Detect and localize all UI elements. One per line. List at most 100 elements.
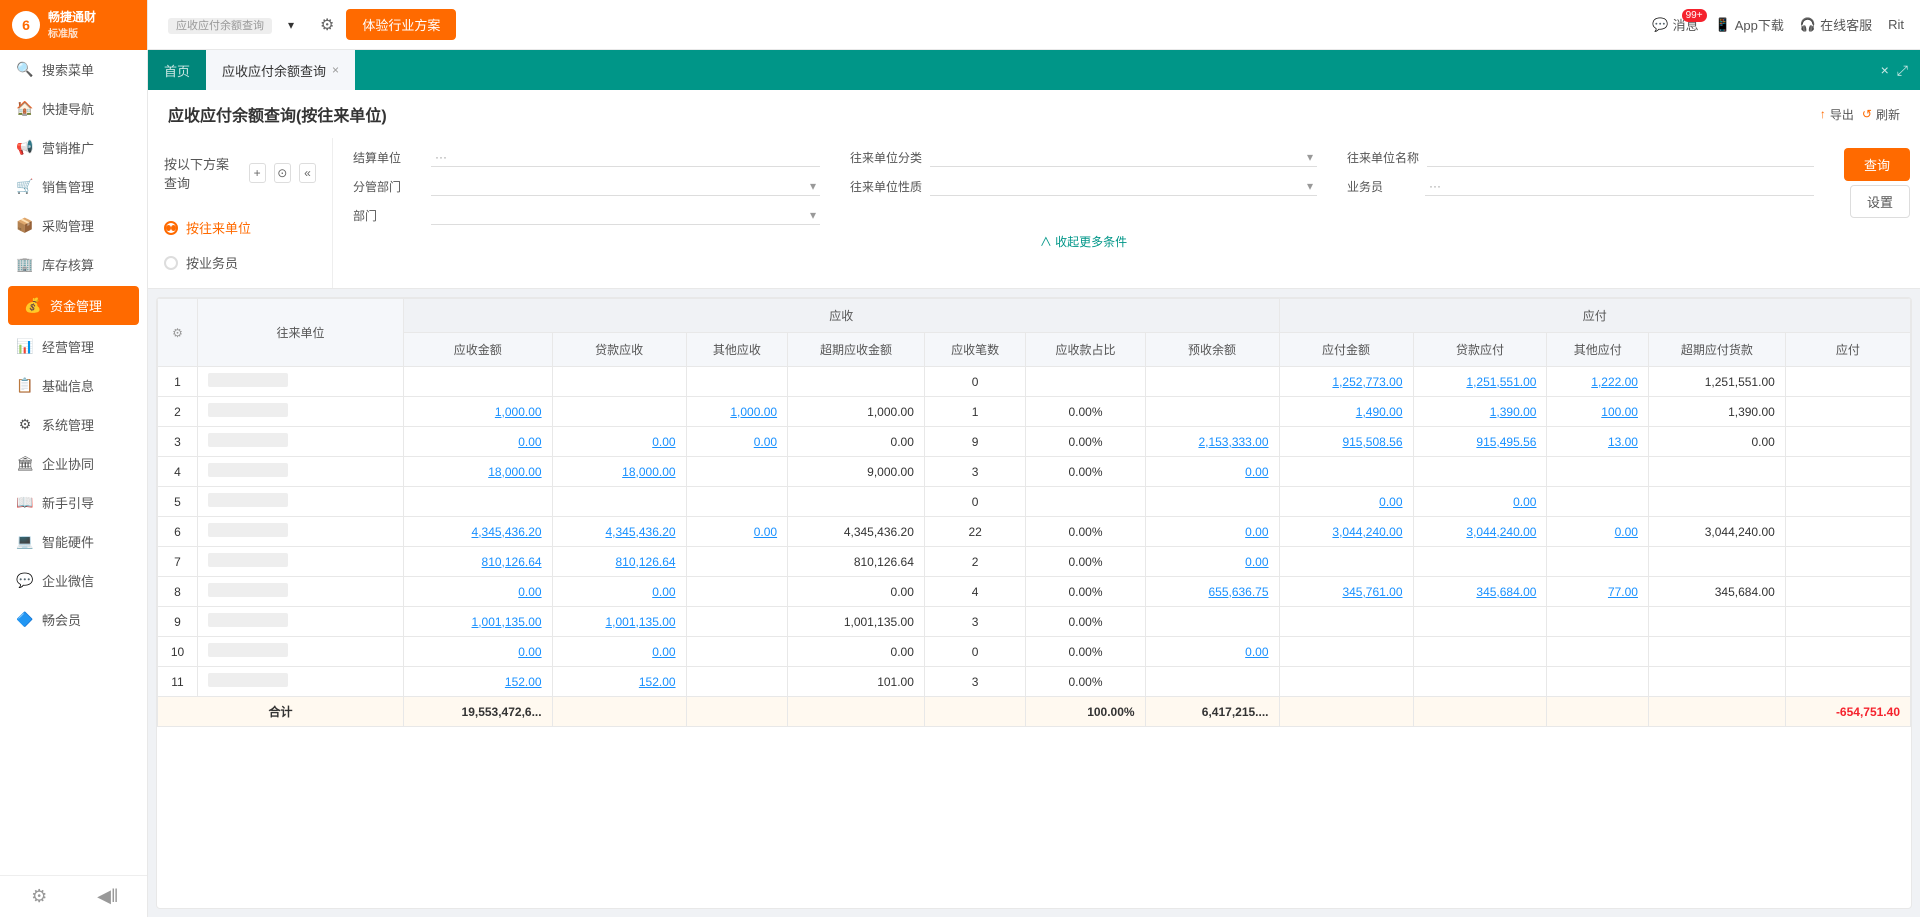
sidebar-item-enterprise[interactable]: 🏛 企业协同 <box>0 444 147 483</box>
settings-button[interactable]: 设置 <box>1850 185 1910 218</box>
sidebar-item-quicknav[interactable]: 🏠 快捷导航 <box>0 89 147 128</box>
sidebar-label-quicknav: 快捷导航 <box>42 99 94 118</box>
th-receivable-count: 应收笔数 <box>924 333 1026 367</box>
operations-icon: 📊 <box>16 338 34 355</box>
sidebar-item-search[interactable]: 🔍搜索菜单 <box>0 50 147 89</box>
th-settings[interactable]: ⚙ <box>158 299 198 367</box>
filter-row-1: 结算单位 ··· 往来单位分类 ▾ <box>353 148 1814 167</box>
quicknav-icon: 🏠 <box>16 100 34 117</box>
th-receivable-amt: 应收金额 <box>403 333 552 367</box>
partner-name-field[interactable] <box>1431 150 1810 164</box>
sidebar-item-system[interactable]: ⚙系统管理 <box>0 405 147 444</box>
department-label: 部门 <box>353 207 423 224</box>
main-content: 应收应付余额查询(按往来单位) ↑ 导出 ↺ 刷新 按以下方案查询 <box>148 90 1920 917</box>
sidebar-item-sales[interactable]: 🛒销售管理 <box>0 167 147 206</box>
table-settings-icon[interactable]: ⚙ <box>172 326 183 340</box>
table-row: 7 810,126.64 810,126.64 810,126.64 2 0.0… <box>158 547 1911 577</box>
row-partner <box>198 607 404 637</box>
collapse-button[interactable]: ∧ 收起更多条件 <box>353 229 1814 254</box>
filter-add-button[interactable]: + <box>249 163 266 183</box>
table-row: 10 0.00 0.00 0.00 0 0.00% 0.00 <box>158 637 1911 667</box>
row-partner <box>198 577 404 607</box>
user-profile[interactable]: Rit <box>1888 17 1904 32</box>
sidebar-item-purchase[interactable]: 📦采购管理 <box>0 206 147 245</box>
sidebar-item-finance[interactable]: 💰 资金管理 <box>8 286 139 325</box>
sidebar-item-member[interactable]: 🔷畅会员 <box>0 600 147 639</box>
query-option-partner[interactable]: 按往来单位 <box>148 210 332 245</box>
settings-icon[interactable]: ⚙ <box>320 15 334 35</box>
online-service-label: 在线客服 <box>1820 15 1872 34</box>
option-partner-label: 按往来单位 <box>186 218 251 237</box>
table-row: 5 0 0.00 0.00 <box>158 487 1911 517</box>
content-wrapper: 应收应付余额查询(按往来单位) ↑ 导出 ↺ 刷新 按以下方案查询 <box>148 90 1920 917</box>
sidebar-label-finance: 资金管理 <box>50 296 102 315</box>
sidebar-label-enterprise: 企业协同 <box>42 454 94 473</box>
sidebar-label-warehouse: 库存核算 <box>42 255 94 274</box>
sidebar-settings-btn[interactable]: ⚙ <box>10 886 69 907</box>
tab-bar-actions: × ⤢ <box>1881 62 1920 79</box>
th-other-payable: 其他应付 <box>1547 333 1649 367</box>
page-header: 应收应付余额查询(按往来单位) ↑ 导出 ↺ 刷新 <box>148 90 1920 138</box>
tab-bar: 首页 应收应付余额查询 × × ⤢ <box>148 50 1920 90</box>
tab-home[interactable]: 首页 <box>148 50 206 90</box>
system-icon: ⚙ <box>16 416 34 433</box>
th-payable-other: 应付 <box>1785 333 1910 367</box>
filter-department: 部门 ▾ <box>353 206 820 225</box>
app-download-button[interactable]: 📱 App下载 <box>1715 15 1784 34</box>
footer-ratio-total: 100.00% <box>1026 697 1145 727</box>
th-group-payable: 应付 <box>1279 299 1910 333</box>
sidebar-item-guide[interactable]: 📖新手引导 <box>0 483 147 522</box>
partner-category-select[interactable]: ▾ <box>930 148 1317 167</box>
table-section: ⚙ 往来单位 应收 应付 应收金额 贷款应收 其他应收 超期应收金额 应收笔数 <box>156 297 1912 909</box>
table-footer-row: 合计 19,553,472,6... 100.00% 6,417,215.... <box>158 697 1911 727</box>
enterprise-icon: 🏛 <box>16 455 34 472</box>
department-select[interactable]: ▾ <box>431 206 820 225</box>
tab-ar-balance[interactable]: 应收应付余额查询 × <box>206 50 355 90</box>
refresh-button[interactable]: ↺ 刷新 <box>1862 106 1900 123</box>
export-button[interactable]: ↑ 导出 <box>1820 106 1854 123</box>
query-option-salesperson[interactable]: 按业务员 <box>148 245 332 280</box>
filter-partner-name: 往来单位名称 <box>1347 148 1814 167</box>
tab-close-all[interactable]: × <box>1881 62 1889 78</box>
query-button[interactable]: 查询 <box>1844 148 1910 181</box>
online-service-button[interactable]: 🎧 在线客服 <box>1800 15 1872 34</box>
filter-partner-category: 往来单位分类 ▾ <box>850 148 1317 167</box>
data-table: ⚙ 往来单位 应收 应付 应收金额 贷款应收 其他应收 超期应收金额 应收笔数 <box>157 298 1911 727</box>
sidebar-item-marketing[interactable]: 📢营销推广 <box>0 128 147 167</box>
sidebar-item-wechat[interactable]: 💬企业微信 <box>0 561 147 600</box>
filter-section: 按以下方案查询 + ⊙ « 按往来单位 按业务员 <box>148 138 1920 289</box>
message-button[interactable]: 💬 消息 99+ <box>1652 15 1698 34</box>
tab-close-icon[interactable]: × <box>332 63 339 77</box>
page-actions: ↑ 导出 ↺ 刷新 <box>1820 106 1900 123</box>
th-receivable-ratio: 应收款占比 <box>1026 333 1145 367</box>
footer-receivable-total: 19,553,472,6... <box>403 697 552 727</box>
sidebar-item-basicinfo[interactable]: 📋基础信息 <box>0 366 147 405</box>
wechat-icon: 💬 <box>16 572 34 589</box>
app-download-label: App下载 <box>1735 15 1784 34</box>
filter-collapse-button[interactable]: « <box>299 163 316 183</box>
sidebar-collapse-btn[interactable]: ◀‖ <box>79 886 138 907</box>
sidebar-item-warehouse[interactable]: 🏢库存核算 <box>0 245 147 284</box>
row-idx: 7 <box>158 547 198 577</box>
dept-manager-select[interactable]: ▾ <box>431 177 820 196</box>
tab-fullscreen[interactable]: ⤢ <box>1897 62 1908 79</box>
row-idx: 11 <box>158 667 198 697</box>
refresh-icon: ↺ <box>1862 107 1872 121</box>
sidebar-label-search: 搜索菜单 <box>42 60 94 79</box>
row-partner <box>198 457 404 487</box>
filter-settings-button[interactable]: ⊙ <box>274 163 291 183</box>
sidebar-item-hardware[interactable]: 💻智能硬件 <box>0 522 147 561</box>
sidebar-item-operations[interactable]: 📊经营管理 <box>0 327 147 366</box>
finance-icon: 💰 <box>24 297 42 314</box>
message-badge: 99+ <box>1682 9 1707 22</box>
trial-cta-button[interactable]: 体验行业方案 <box>346 9 456 40</box>
row-idx: 4 <box>158 457 198 487</box>
breadcrumb-dropdown[interactable]: ▾ <box>288 18 308 32</box>
footer-payable-total: -654,751.40 <box>1785 697 1910 727</box>
home-tab-label: 首页 <box>164 61 190 80</box>
partner-nature-select[interactable]: ▾ <box>930 177 1317 196</box>
partner-name-input[interactable] <box>1427 148 1814 167</box>
purchase-icon: 📦 <box>16 217 34 234</box>
table-scroll[interactable]: ⚙ 往来单位 应收 应付 应收金额 贷款应收 其他应收 超期应收金额 应收笔数 <box>157 298 1911 908</box>
row-partner <box>198 367 404 397</box>
